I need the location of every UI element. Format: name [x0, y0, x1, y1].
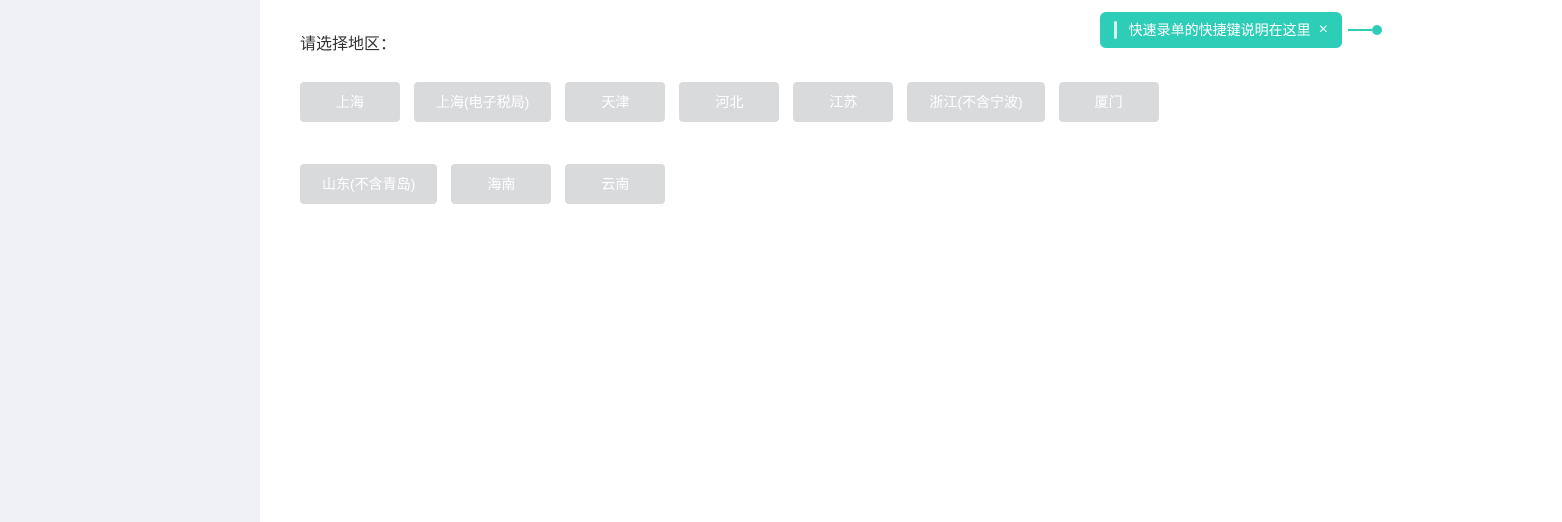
region-button-tianjin[interactable]: 天津 — [565, 82, 665, 122]
tooltip-bubble: 快速录单的快捷键说明在这里 × — [1100, 12, 1342, 48]
tooltip-text: 快速录单的快捷键说明在这里 — [1129, 20, 1311, 40]
region-buttons: 上海上海(电子税局) 天津河北江苏浙江(不含宁波) 厦门 山东(不含青岛) 海南云南 — [300, 82, 1522, 204]
region-row-2: 山东(不含青岛) 海南云南 — [300, 164, 665, 204]
tooltip-close-button[interactable]: × — [1319, 22, 1328, 38]
region-button-shandong[interactable]: 山东(不含青岛) — [300, 164, 437, 204]
region-button-xiamen[interactable]: 厦门 — [1059, 82, 1159, 122]
region-button-hebei[interactable]: 河北 — [679, 82, 779, 122]
tooltip-container: 快速录单的快捷键说明在这里 × — [1100, 12, 1382, 48]
main-content: 请选择地区： 上海上海(电子税局)天津河北江苏浙江(不含宁波)厦门 山东(不含青… — [260, 0, 1562, 522]
region-button-shanghai-etax[interactable]: 上海(电子税局) — [414, 82, 551, 122]
region-button-shanghai[interactable]: 上海 — [300, 82, 400, 122]
tooltip-dot — [1372, 25, 1382, 35]
region-button-yunnan[interactable]: 云南 — [565, 164, 665, 204]
tooltip-indicator — [1348, 25, 1382, 35]
sidebar — [0, 0, 260, 522]
region-row-1: 上海上海(电子税局) 天津河北江苏浙江(不含宁波) 厦门 — [300, 82, 1159, 122]
tooltip-line — [1348, 29, 1372, 31]
region-button-jiangsu[interactable]: 江苏 — [793, 82, 893, 122]
region-button-zhejiang[interactable]: 浙江(不含宁波) — [907, 82, 1044, 122]
region-button-hainan[interactable]: 海南 — [451, 164, 551, 204]
